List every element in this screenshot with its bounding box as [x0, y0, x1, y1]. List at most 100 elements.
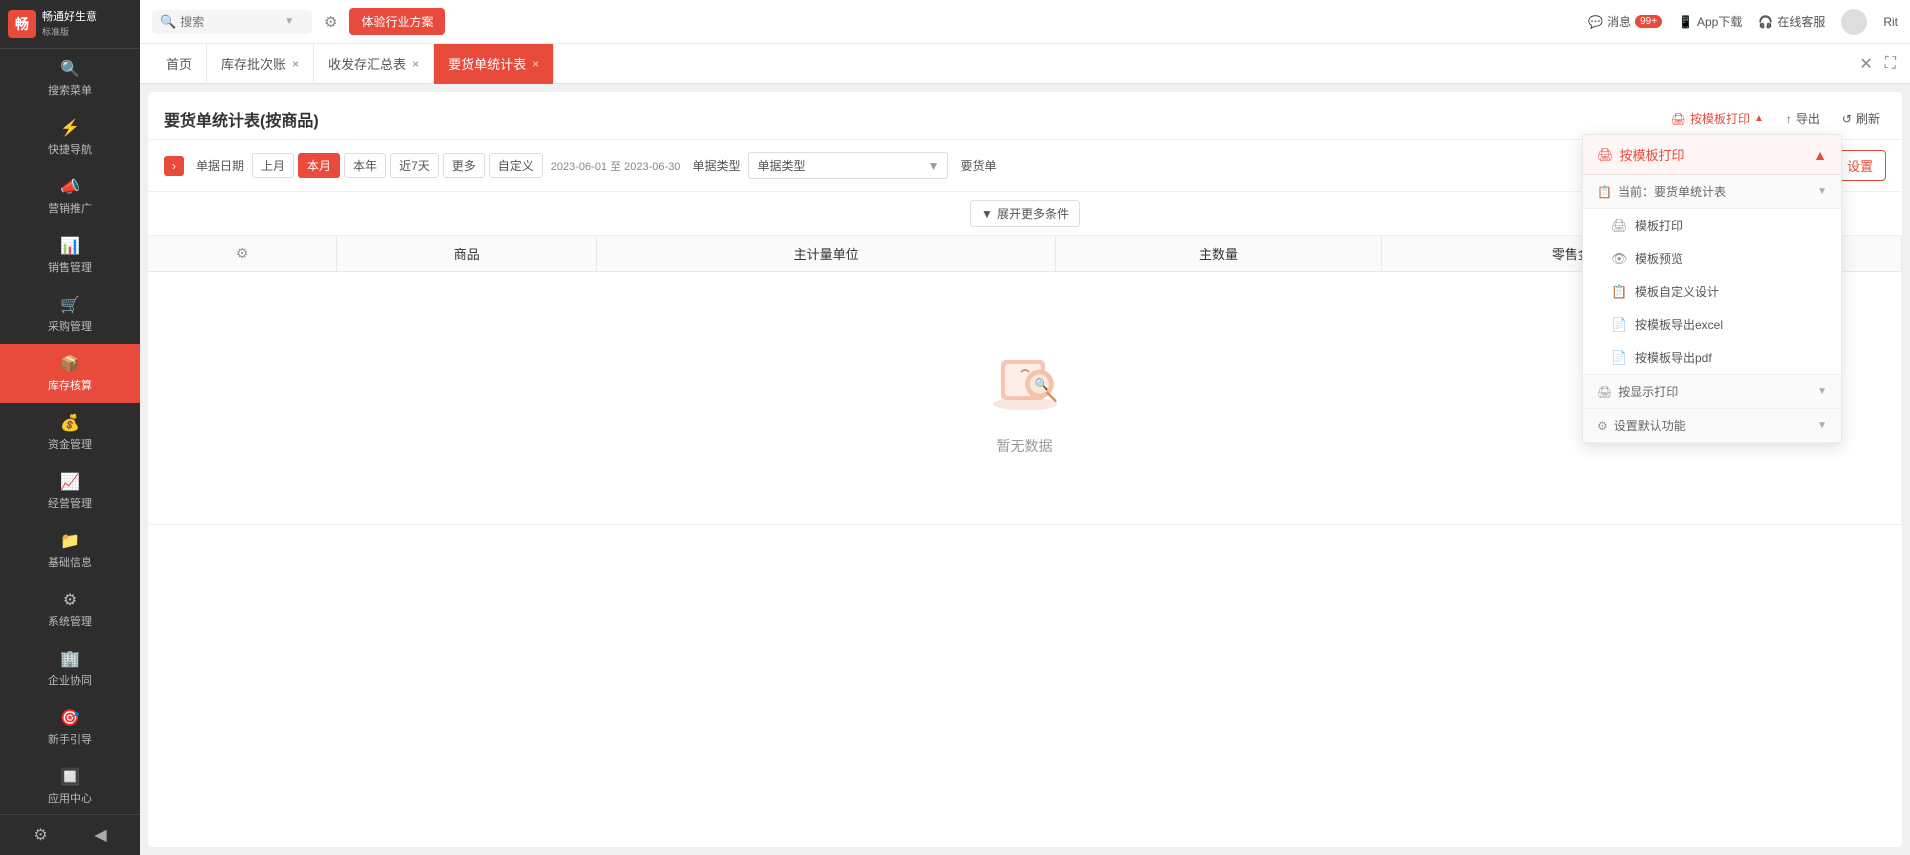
print-template-button[interactable]: 🖨 按模板打印 ▲: [1665, 106, 1770, 131]
table-col-unit: 主计量单位: [597, 236, 1056, 272]
dropdown-header: 🖨 按模板打印 ▲: [1583, 135, 1841, 175]
tab-home-label: 首页: [166, 54, 192, 73]
current-template-header[interactable]: 📋 当前：要货单统计表 ▼: [1583, 175, 1841, 208]
date-buttons-group: 上月 本月 本年 近7天 更多 自定义: [252, 153, 543, 178]
table-col-settings[interactable]: ⚙: [148, 236, 337, 272]
sidebar-item-purchase[interactable]: 🛒 采购管理: [0, 285, 140, 344]
logo-icon: 畅: [8, 10, 36, 38]
export-button[interactable]: ↑ 导出: [1780, 106, 1826, 131]
page-content: 要货单统计表(按商品) 🖨 按模板打印 ▲ ↑ 导出 ↺ 刷新 ›: [148, 92, 1902, 847]
dropdown-item-template-export-excel[interactable]: 📄 按模板导出excel: [1583, 308, 1841, 341]
template-export-pdf-label: 按模板导出pdf: [1635, 349, 1712, 366]
sidebar-item-sales[interactable]: 📊 销售管理: [0, 226, 140, 285]
marketing-icon: 📣: [60, 177, 80, 197]
print-template-label: 按模板打印: [1690, 110, 1750, 127]
current-template-icon: 📋: [1597, 185, 1612, 199]
topbar-search-box[interactable]: 🔍 ▼: [152, 10, 312, 34]
print-arrow-icon: ▲: [1754, 113, 1764, 124]
refresh-icon: ↺: [1842, 112, 1852, 126]
message-item[interactable]: 💬 消息 99+: [1588, 13, 1662, 30]
default-function-label: 设置默认功能: [1614, 417, 1686, 434]
online-service-item[interactable]: 🎧 在线客服: [1758, 13, 1825, 30]
sidebar-item-operations-label: 经营管理: [48, 495, 92, 511]
sidebar-item-inventory[interactable]: 📦 库存核算: [0, 344, 140, 403]
tab-inventory-batch[interactable]: 库存批次账 ×: [207, 44, 314, 84]
app-download-label: App下载: [1697, 13, 1742, 30]
tabbar-expand-btn[interactable]: ⛶: [1883, 53, 1898, 75]
expand-conditions-button[interactable]: ▼ 展开更多条件: [970, 200, 1080, 227]
topbar-gear-icon[interactable]: ⚙: [324, 13, 337, 31]
template-export-pdf-icon: 📄: [1611, 350, 1627, 366]
date-btn-custom[interactable]: 自定义: [489, 153, 543, 178]
default-function-header[interactable]: ⚙ 设置默认功能 ▼: [1583, 409, 1841, 442]
avatar[interactable]: [1841, 9, 1867, 35]
refresh-button[interactable]: ↺ 刷新: [1836, 106, 1886, 131]
export-icon: ↑: [1786, 112, 1792, 126]
operations-icon: 📈: [60, 472, 80, 492]
tab-receivable-summary-label: 收发存汇总表: [328, 54, 406, 73]
empty-text: 暂无数据: [997, 436, 1053, 456]
date-btn-last-month[interactable]: 上月: [252, 153, 294, 178]
sidebar: 畅 畅通好生意 标准版 🔍 搜索菜单 ⚡ 快捷导航 📣 营销推广 📊 销售管理 …: [0, 0, 140, 855]
tab-receivable-summary-close[interactable]: ×: [412, 57, 419, 71]
sidebar-item-marketing[interactable]: 📣 营销推广: [0, 167, 140, 226]
tab-receivable-summary[interactable]: 收发存汇总表 ×: [314, 44, 434, 84]
table-settings-icon[interactable]: ⚙: [236, 245, 249, 261]
tabbar-actions: ✕ ⛶: [1857, 52, 1898, 76]
display-print-section-icon: 🖨: [1597, 385, 1612, 399]
default-function-section: ⚙ 设置默认功能 ▼: [1583, 409, 1841, 443]
print-template-dropdown: 🖨 按模板打印 ▲ 📋 当前：要货单统计表 ▼ 🖨 模板打印: [1582, 134, 1842, 444]
trial-button[interactable]: 体验行业方案: [349, 8, 445, 35]
template-print-items-section: 🖨 模板打印 👁 模板预览 📋 模板自定义设计 📄 按模板导出excel 📄: [1583, 209, 1841, 375]
display-print-label: 按显示打印: [1618, 383, 1678, 400]
dropdown-close-icon[interactable]: ▲: [1813, 147, 1827, 163]
tab-order-stats-label: 要货单统计表: [448, 54, 526, 73]
sidebar-item-operations[interactable]: 📈 经营管理: [0, 462, 140, 521]
search-nav-icon: 🔍: [60, 59, 80, 79]
display-print-header[interactable]: 🖨 按显示打印 ▼: [1583, 375, 1841, 408]
dropdown-item-template-preview[interactable]: 👁 模板预览: [1583, 242, 1841, 275]
dropdown-item-template-print[interactable]: 🖨 模板打印: [1583, 209, 1841, 242]
dropdown-item-template-design[interactable]: 📋 模板自定义设计: [1583, 275, 1841, 308]
sidebar-item-newbie[interactable]: 🎯 新手引导: [0, 698, 140, 757]
footer-collapse-icon[interactable]: ◀: [94, 825, 106, 845]
finance-icon: 💰: [60, 413, 80, 433]
tab-home[interactable]: 首页: [152, 44, 207, 84]
footer-settings-icon[interactable]: ⚙: [33, 825, 47, 845]
date-btn-more[interactable]: 更多: [443, 153, 485, 178]
page-header: 要货单统计表(按商品) 🖨 按模板打印 ▲ ↑ 导出 ↺ 刷新: [148, 92, 1902, 140]
expand-icon: ▼: [981, 207, 993, 221]
newbie-icon: 🎯: [60, 708, 80, 728]
sidebar-item-search[interactable]: 🔍 搜索菜单: [0, 49, 140, 108]
basic-icon: 📁: [60, 531, 80, 551]
order-type-select[interactable]: 单据类型 ▼: [748, 152, 948, 179]
sidebar-item-quick-nav[interactable]: ⚡ 快捷导航: [0, 108, 140, 167]
filter-arrow-button[interactable]: ›: [164, 156, 184, 176]
date-btn-7days[interactable]: 近7天: [390, 153, 439, 178]
sidebar-item-system[interactable]: ⚙ 系统管理: [0, 580, 140, 639]
sidebar-item-purchase-label: 采购管理: [48, 318, 92, 334]
template-design-label: 模板自定义设计: [1635, 283, 1719, 300]
topbar: 🔍 ▼ ⚙ 体验行业方案 💬 消息 99+ 📱 App下载 🎧 在线客服 Rit: [140, 0, 1910, 44]
tab-inventory-batch-close[interactable]: ×: [292, 57, 299, 71]
sidebar-item-apps[interactable]: 🔲 应用中心: [0, 757, 140, 814]
app-download-item[interactable]: 📱 App下载: [1678, 13, 1742, 30]
date-btn-this-year[interactable]: 本年: [344, 153, 386, 178]
purchase-icon: 🛒: [60, 295, 80, 315]
topbar-right: 💬 消息 99+ 📱 App下载 🎧 在线客服 Rit: [1588, 9, 1898, 35]
select-arrow-icon: ▼: [928, 159, 940, 173]
tab-order-stats-close[interactable]: ×: [532, 57, 539, 71]
search-input[interactable]: [180, 15, 280, 29]
tab-order-stats[interactable]: 要货单统计表 ×: [434, 44, 554, 84]
sidebar-item-enterprise[interactable]: 🏢 企业协同: [0, 639, 140, 698]
printer-icon: 🖨: [1671, 112, 1686, 126]
tabbar-close-btn[interactable]: ✕: [1857, 52, 1874, 76]
message-icon: 💬: [1588, 15, 1603, 29]
dropdown-item-template-export-pdf[interactable]: 📄 按模板导出pdf: [1583, 341, 1841, 374]
page-title: 要货单统计表(按商品): [164, 107, 319, 131]
date-btn-this-month[interactable]: 本月: [298, 153, 340, 178]
sidebar-item-basic[interactable]: 📁 基础信息: [0, 521, 140, 580]
template-preview-icon: 👁: [1611, 251, 1627, 267]
printer-header-icon: 🖨: [1597, 147, 1614, 163]
sidebar-item-finance[interactable]: 💰 资金管理: [0, 403, 140, 462]
